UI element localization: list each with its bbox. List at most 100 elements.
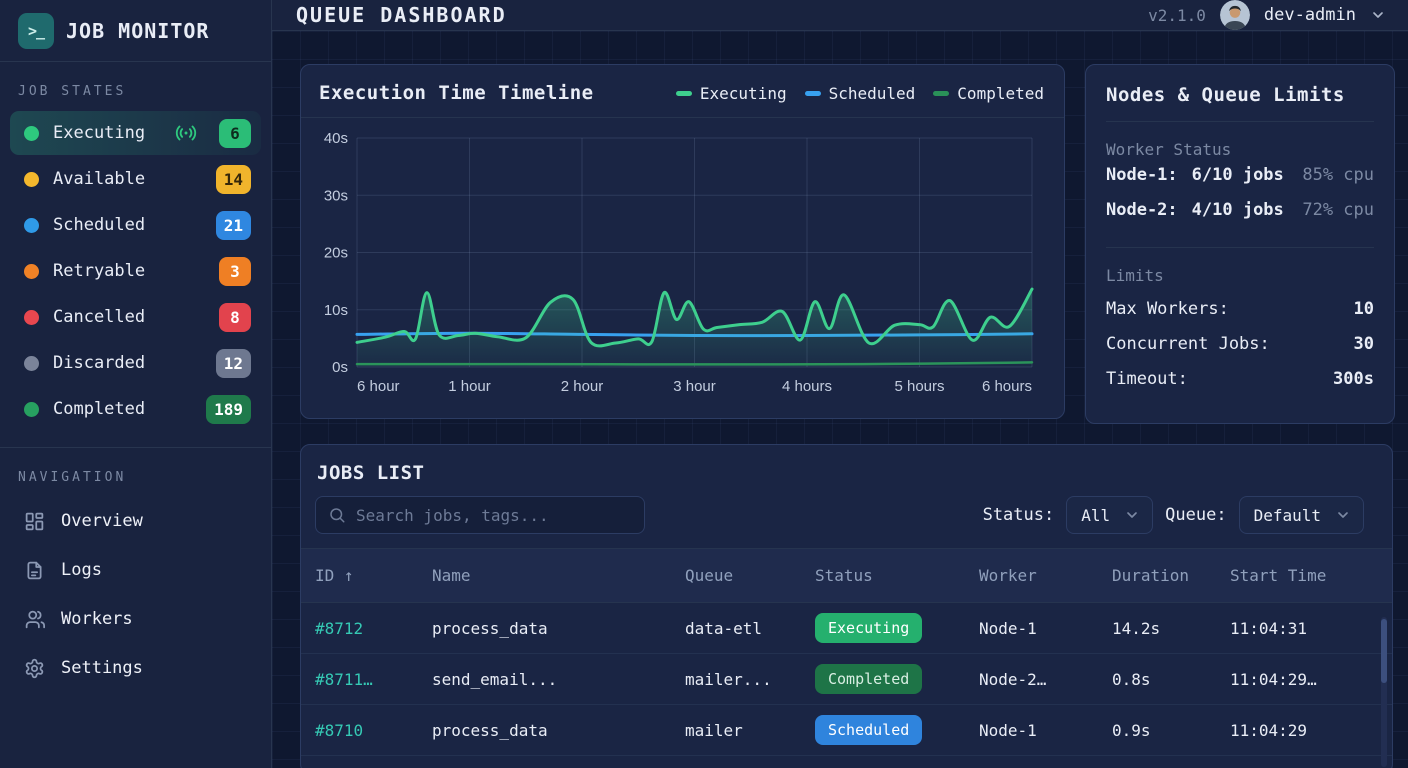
job-queue: data-etl	[685, 618, 763, 638]
queue-filter-label: Queue:	[1165, 505, 1227, 525]
state-count-badge: 3	[219, 256, 251, 286]
job-name: process_data	[432, 720, 548, 740]
state-dot	[24, 125, 39, 141]
search-input[interactable]	[356, 505, 632, 525]
job-worker: Node-2…	[979, 669, 1047, 689]
sidebar-item-workers[interactable]: Workers	[10, 596, 261, 642]
chart-title: Execution Time Timeline	[319, 82, 594, 104]
legend-item-executing: Executing	[675, 83, 787, 103]
y-tick-label: 10s	[324, 302, 348, 319]
nodes-divider	[1106, 247, 1374, 248]
queue-filter-select[interactable]: Default	[1238, 496, 1364, 534]
jobs-table: ID ↑ Name Queue Status Worker Duration Start T…	[301, 548, 1392, 756]
state-count-badge: 21	[215, 210, 251, 240]
column-header-status[interactable]: Status	[815, 566, 979, 585]
table-row[interactable]: #8711… send_email... mailer... Completed Nod…	[301, 654, 1392, 705]
legend-label: Executing	[699, 83, 787, 103]
status-badge: Executing	[815, 613, 923, 643]
app-title: JOB MONITOR	[66, 18, 210, 43]
sidebar-state-discarded[interactable]: Discarded 12	[10, 341, 261, 385]
table-scrollbar[interactable]	[1381, 617, 1387, 767]
nodes-card-title: Nodes & Queue Limits	[1106, 84, 1345, 106]
job-name: process_data	[432, 618, 548, 638]
chart-legend: Executing Scheduled Completed	[675, 83, 1044, 103]
version-label: v2.1.0	[1148, 5, 1206, 25]
sidebar-item-logs[interactable]: Logs	[10, 547, 261, 593]
status-badge: Scheduled	[815, 715, 923, 745]
sidebar-state-executing[interactable]: Executing 6	[10, 111, 261, 155]
user-menu[interactable]: dev-admin	[1264, 5, 1356, 25]
nav-item-label: Workers	[61, 609, 133, 629]
worker-status-label: Worker Status	[1106, 140, 1232, 159]
sidebar-state-available[interactable]: Available 14	[10, 157, 261, 201]
table-row[interactable]: #8712 process_data data-etl Executing Node-1…	[301, 603, 1392, 654]
x-tick-label: 5 hours	[894, 378, 944, 395]
worker-status-row: Node-2: 4/10 jobs 72% cpu	[1106, 200, 1374, 235]
table-row[interactable]: #8710 process_data mailer Scheduled Node-1 0.…	[301, 705, 1392, 756]
nav-item-label: Logs	[61, 560, 102, 580]
column-header-worker[interactable]: Worker	[979, 566, 1112, 585]
chevron-down-icon	[1124, 507, 1140, 523]
table-body: #8712 process_data data-etl Executing Node-1…	[301, 603, 1392, 756]
x-tick-label: 6 hours	[982, 378, 1032, 395]
avatar[interactable]	[1219, 0, 1250, 30]
column-header-name[interactable]: Name	[432, 566, 685, 585]
column-header-id[interactable]: ID ↑	[315, 566, 432, 585]
sidebar-state-scheduled[interactable]: Scheduled 21	[10, 203, 261, 247]
job-id: #8711…	[315, 669, 373, 689]
queue-filter-value: Default	[1253, 505, 1321, 525]
y-tick-label: 0s	[332, 359, 348, 376]
job-duration: 14.2s	[1112, 618, 1161, 638]
sidebar-state-cancelled[interactable]: Cancelled 8	[10, 295, 261, 339]
worker-jobs: 4/10 jobs	[1191, 200, 1284, 220]
timeline-chart: 0s 10s 20s 30s 40s 6 hour 1 hour 2 hour 3 hour 4 …	[301, 118, 1064, 418]
job-status-cell: Completed	[815, 664, 979, 694]
nav-item-label: Overview	[61, 511, 143, 531]
column-header-queue[interactable]: Queue	[685, 566, 815, 585]
status-filter-value: All	[1081, 505, 1111, 525]
worker-cpu: 72% cpu	[1302, 200, 1374, 220]
column-header-duration[interactable]: Duration	[1112, 566, 1230, 585]
sidebar-state-completed[interactable]: Completed 189	[10, 387, 261, 431]
limit-row: Max Workers: 10	[1106, 291, 1374, 326]
legend-item-completed: Completed	[933, 84, 1044, 103]
grid-icon	[24, 511, 45, 532]
legend-swatch	[675, 90, 692, 96]
y-tick-label: 40s	[324, 130, 348, 147]
limit-value: 30	[1353, 333, 1374, 354]
state-label: Cancelled	[53, 307, 146, 327]
sidebar-item-overview[interactable]: Overview	[10, 498, 261, 544]
job-duration: 0.9s	[1112, 720, 1151, 740]
status-filter-select[interactable]: All	[1066, 496, 1154, 534]
chevron-down-icon[interactable]	[1370, 7, 1386, 23]
x-tick-label: 4 hours	[782, 378, 832, 395]
sidebar-item-settings[interactable]: Settings	[10, 645, 261, 691]
y-tick-label: 30s	[324, 187, 348, 204]
file-icon	[24, 560, 45, 581]
limit-value: 300s	[1333, 368, 1374, 389]
state-label: Completed	[53, 399, 146, 419]
navigation-list: Overview Logs Workers Settings	[0, 495, 271, 694]
job-start-time: 11:04:29	[1230, 720, 1308, 740]
sidebar: >_ JOB MONITOR JOB STATES Executing 6 Avai…	[0, 0, 272, 768]
sidebar-state-retryable[interactable]: Retryable 3	[10, 249, 261, 293]
job-start-time: 11:04:31	[1230, 618, 1308, 638]
table-scrollbar-thumb[interactable]	[1381, 619, 1387, 683]
limit-row: Concurrent Jobs: 30	[1106, 326, 1374, 361]
nav-item-label: Settings	[61, 658, 143, 678]
state-count-badge: 12	[215, 348, 251, 378]
limits-label: Limits	[1106, 266, 1164, 285]
x-tick-label: 1 hour	[448, 378, 491, 395]
job-worker: Node-1	[979, 618, 1037, 638]
search-box	[315, 496, 645, 534]
users-icon	[24, 609, 45, 630]
gear-icon	[24, 658, 45, 679]
column-header-start-time[interactable]: Start Time	[1230, 566, 1392, 585]
search-icon	[328, 506, 346, 524]
limits-list: Max Workers: 10 Concurrent Jobs: 30 Timeout:…	[1106, 291, 1374, 396]
main-area: QUEUE DASHBOARD v2.1.0 dev-admin Executi…	[272, 0, 1408, 768]
worker-cpu: 85% cpu	[1302, 165, 1374, 185]
job-status-cell: Scheduled	[815, 715, 979, 745]
job-status-cell: Executing	[815, 613, 979, 643]
terminal-icon: >_	[18, 12, 54, 49]
